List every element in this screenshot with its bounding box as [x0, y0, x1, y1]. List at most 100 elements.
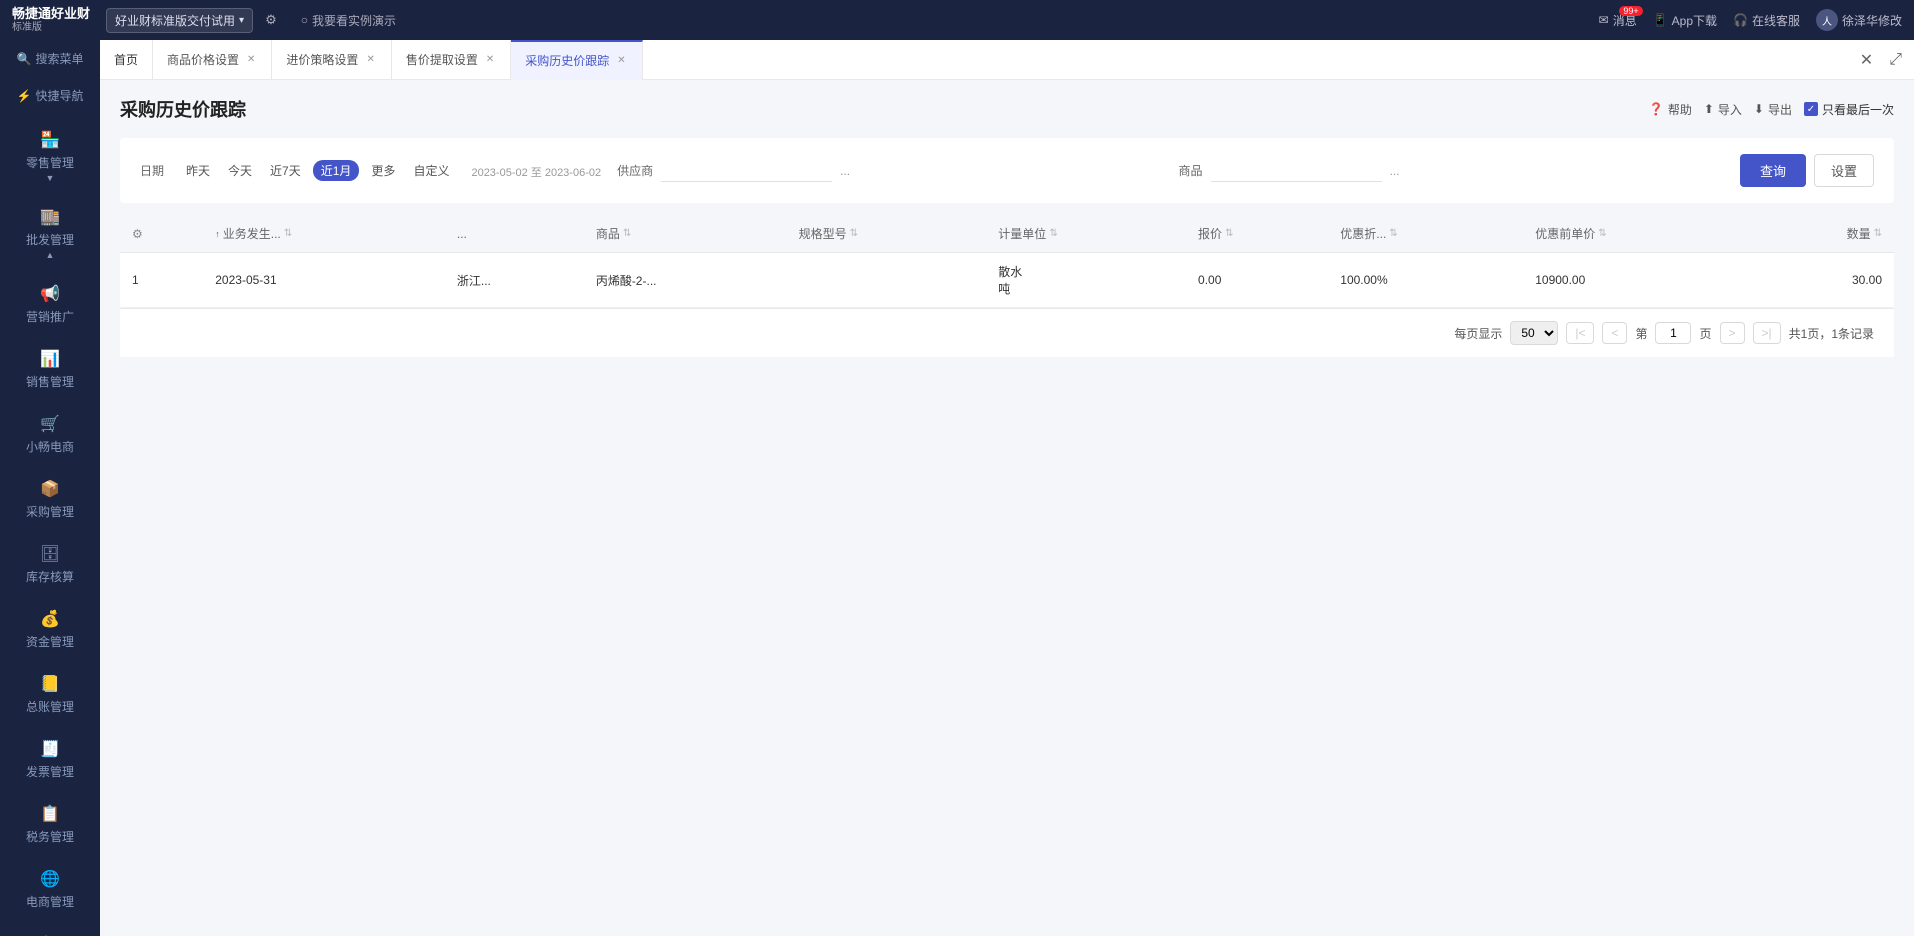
- product-label: 商品: [1179, 162, 1203, 179]
- sort-icon: ⇅: [284, 228, 292, 239]
- page-unit: 页: [1699, 325, 1711, 342]
- sidebar-item-invoice[interactable]: 🧾 发票管理: [0, 727, 100, 792]
- th-more[interactable]: ...: [445, 215, 584, 253]
- sidebar-item-label: 批发管理: [26, 231, 74, 248]
- page-content: 采购历史价跟踪 ❓ 帮助 ⬆ 导入 ⬇ 导出 ✓: [100, 80, 1914, 936]
- sidebar-item-marketing[interactable]: 📢 营销推广: [0, 272, 100, 337]
- sidebar-item-label: 库存核算: [26, 568, 74, 585]
- sidebar-item-sales[interactable]: 📊 销售管理: [0, 337, 100, 402]
- page-actions: ❓ 帮助 ⬆ 导入 ⬇ 导出 ✓ 只看最后一次: [1649, 101, 1894, 118]
- help-icon: ❓: [1649, 102, 1664, 116]
- sidebar-item-purchase[interactable]: 📦 采购管理: [0, 467, 100, 532]
- sidebar-item-label: 总账管理: [26, 698, 74, 715]
- tab-close-all-icon[interactable]: ✕: [1856, 46, 1877, 74]
- sort-icon-price: ⇅: [1225, 228, 1233, 239]
- marketing-icon: 📢: [40, 284, 60, 304]
- filter-actions: 查询 设置: [1740, 154, 1874, 187]
- product-more-btn[interactable]: ...: [1390, 164, 1400, 178]
- only-last-checkbox[interactable]: ✓ 只看最后一次: [1804, 101, 1894, 118]
- tax-icon: 📋: [40, 804, 60, 824]
- tab-close-purchase-history[interactable]: ✕: [615, 54, 627, 67]
- page-number-input[interactable]: [1655, 322, 1691, 344]
- content-area: 首页 商品价格设置 ✕ 进价策略设置 ✕ 售价提取设置 ✕ 采购历史价跟踪 ✕ …: [100, 40, 1914, 936]
- product-input[interactable]: [1211, 159, 1382, 182]
- date-option-today[interactable]: 今天: [222, 160, 258, 181]
- last-page-btn[interactable]: >|: [1753, 322, 1781, 344]
- sidebar-item-inventory[interactable]: 🗄 库存核算: [0, 532, 100, 597]
- sidebar-item-wholesale[interactable]: 🏬 批发管理 ▲: [0, 195, 100, 272]
- sidebar-item-finance[interactable]: 💰 资金管理: [0, 597, 100, 662]
- tab-purchase-history[interactable]: 采购历史价跟踪 ✕: [511, 40, 642, 80]
- tab-close-sale-extract[interactable]: ✕: [484, 53, 496, 66]
- sidebar-item-tax[interactable]: 📋 税务管理: [0, 792, 100, 857]
- import-icon: ⬆: [1704, 102, 1714, 116]
- th-gear[interactable]: ⚙: [120, 215, 203, 253]
- sidebar-item-ecommerce[interactable]: 🌐 电商管理: [0, 857, 100, 922]
- user-menu[interactable]: 人 徐泽华修改: [1816, 9, 1902, 31]
- date-range-text: 2023-05-02 至 2023-06-02: [471, 164, 601, 180]
- th-original-price[interactable]: 优惠前单价 ⇅: [1523, 215, 1751, 253]
- edition-selector[interactable]: 好业财标准版交付试用 ▾: [106, 8, 253, 33]
- date-option-custom[interactable]: 自定义: [407, 160, 455, 181]
- tab-sale-extract[interactable]: 售价提取设置 ✕: [392, 40, 511, 80]
- th-discount[interactable]: 优惠折... ⇅: [1328, 215, 1523, 253]
- app-logo: 畅捷通好业财 标准版: [12, 6, 90, 34]
- app-download-action[interactable]: 📱 App下载: [1653, 12, 1717, 29]
- sidebar-item-assets[interactable]: 🏗 固定资产: [0, 922, 100, 936]
- first-page-btn[interactable]: |<: [1566, 322, 1594, 344]
- date-option-last7[interactable]: 近7天: [264, 160, 307, 181]
- online-service-action[interactable]: 🎧 在线客服: [1733, 12, 1800, 29]
- headset-icon: 🎧: [1733, 13, 1748, 27]
- tab-fullscreen-icon[interactable]: ⤢: [1885, 47, 1906, 73]
- supplier-more-btn[interactable]: ...: [840, 164, 850, 178]
- message-icon: ✉: [1599, 13, 1609, 27]
- tab-home[interactable]: 首页: [100, 40, 153, 80]
- sidebar-quick-nav[interactable]: ⚡ 快捷导航: [0, 77, 100, 114]
- page-title: 采购历史价跟踪: [120, 96, 246, 122]
- sort-up-icon: ↑: [215, 229, 220, 239]
- ecommerce-icon: 🌐: [40, 869, 60, 889]
- sidebar-item-ledger[interactable]: 📒 总账管理: [0, 662, 100, 727]
- date-option-last1m[interactable]: 近1月: [313, 160, 360, 181]
- date-option-more[interactable]: 更多: [365, 160, 401, 181]
- filter-settings-button[interactable]: 设置: [1814, 154, 1874, 187]
- main-layout: 🔍 搜索菜单 ⚡ 快捷导航 🏪 零售管理 ▼ 🏬 批发管理 ▲ 📢 营销推广 📊…: [0, 40, 1914, 936]
- tab-close-purchase-strategy[interactable]: ✕: [364, 53, 376, 66]
- cell-unit: 散水 吨: [986, 253, 1186, 308]
- per-page-select[interactable]: 50: [1510, 321, 1558, 345]
- import-btn[interactable]: ⬆ 导入: [1704, 101, 1742, 118]
- prev-page-btn[interactable]: <: [1602, 322, 1627, 344]
- avatar: 人: [1816, 9, 1838, 31]
- header-settings-icon[interactable]: ⚙: [261, 8, 281, 32]
- table-gear-icon[interactable]: ⚙: [132, 227, 143, 241]
- th-quantity[interactable]: 数量 ⇅: [1752, 215, 1894, 253]
- sales-icon: 📊: [40, 349, 60, 369]
- demo-icon: ○: [301, 13, 308, 27]
- wholesale-icon: 🏬: [40, 207, 60, 227]
- filter-row: 日期 昨天 今天 近7天 近1月 更多 自定义 2023-05-02 至 202…: [140, 154, 1874, 187]
- tab-close-price[interactable]: ✕: [245, 53, 257, 66]
- th-unit[interactable]: 计量单位 ⇅: [986, 215, 1186, 253]
- table-row: 1 2023-05-31 浙江... 丙烯酸-2-... 散水 吨 0.00 1…: [120, 253, 1894, 308]
- cell-product: 丙烯酸-2-...: [584, 253, 787, 308]
- th-spec[interactable]: 规格型号 ⇅: [787, 215, 987, 253]
- help-btn[interactable]: ❓ 帮助: [1649, 101, 1692, 118]
- next-page-btn[interactable]: >: [1720, 322, 1745, 344]
- tab-price[interactable]: 商品价格设置 ✕: [153, 40, 272, 80]
- retail-icon: 🏪: [40, 130, 60, 150]
- sidebar-item-label: 电商管理: [26, 893, 74, 910]
- th-date[interactable]: ↑ 业务发生... ⇅: [203, 215, 445, 253]
- sidebar-item-retail[interactable]: 🏪 零售管理 ▼: [0, 118, 100, 195]
- sort-icon-product: ⇅: [623, 228, 631, 239]
- supplier-input[interactable]: [661, 159, 832, 182]
- date-option-yesterday[interactable]: 昨天: [180, 160, 216, 181]
- query-button[interactable]: 查询: [1740, 154, 1806, 187]
- th-price[interactable]: 报价 ⇅: [1186, 215, 1328, 253]
- sidebar-search[interactable]: 🔍 搜索菜单: [0, 40, 100, 77]
- messages-action[interactable]: ✉ 消息 99+: [1599, 12, 1637, 29]
- sidebar-item-ecommerce-small[interactable]: 🛒 小畅电商: [0, 402, 100, 467]
- demo-link[interactable]: ○ 我要看实例演示: [301, 12, 396, 29]
- th-product[interactable]: 商品 ⇅: [584, 215, 787, 253]
- tab-purchase-strategy[interactable]: 进价策略设置 ✕: [272, 40, 391, 80]
- export-btn[interactable]: ⬇ 导出: [1754, 101, 1792, 118]
